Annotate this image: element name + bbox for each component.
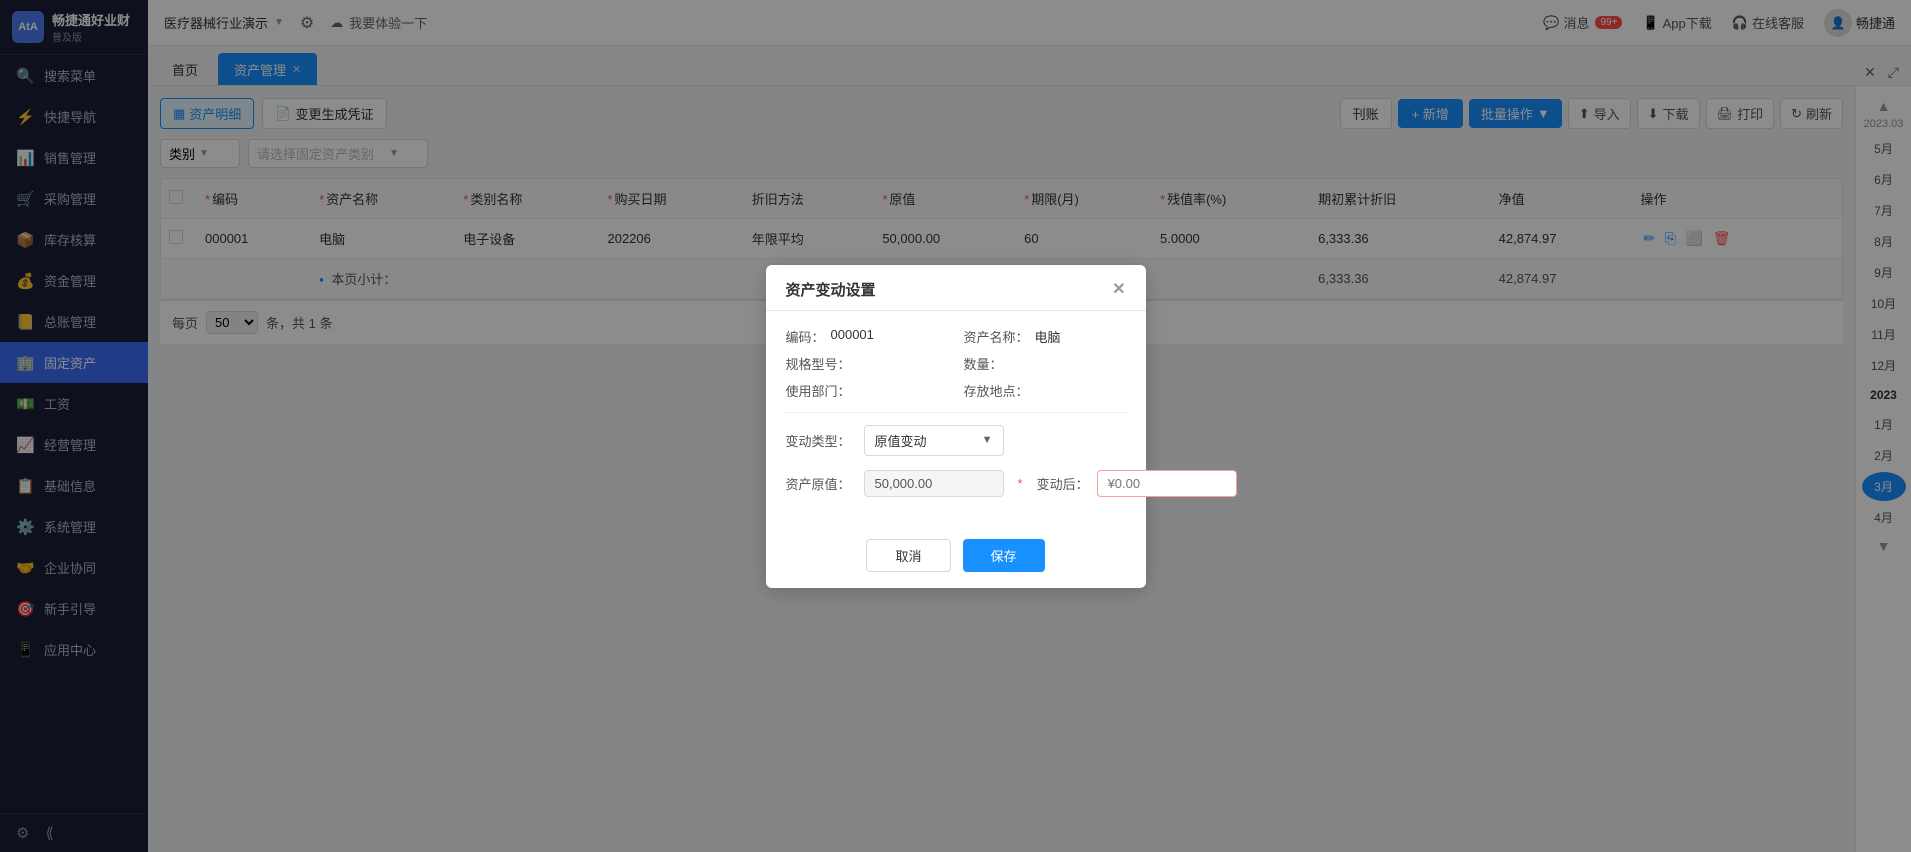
modal-name-item: 资产名称： 电脑	[964, 327, 1126, 346]
modal-close-button[interactable]: ✕	[1112, 279, 1125, 299]
change-type-value: 原值变动	[875, 431, 927, 450]
after-change-input[interactable]	[1097, 470, 1237, 497]
name-value: 电脑	[1035, 327, 1061, 346]
modal-footer: 取消 保存	[766, 527, 1146, 588]
change-type-select[interactable]: 原值变动 ▼	[864, 425, 1004, 456]
spec-label: 规格型号：	[786, 354, 851, 373]
department-label: 使用部门：	[786, 381, 851, 400]
modal-department-item: 使用部门：	[786, 381, 948, 400]
change-type-arrow: ▼	[982, 434, 993, 446]
modal-info-grid: 编码： 000001 资产名称： 电脑 规格型号： 数量： 使用部门：	[786, 327, 1126, 413]
location-label: 存放地点：	[964, 381, 1029, 400]
after-change-label: 变动后：	[1037, 474, 1089, 493]
code-label: 编码：	[786, 327, 825, 346]
modal-spec-item: 规格型号：	[786, 354, 948, 373]
cancel-button[interactable]: 取消	[866, 539, 950, 572]
required-star: *	[1018, 476, 1023, 491]
modal-body: 编码： 000001 资产名称： 电脑 规格型号： 数量： 使用部门：	[766, 311, 1146, 527]
code-value: 000001	[831, 327, 874, 346]
save-button[interactable]: 保存	[963, 539, 1045, 572]
asset-value-row: 资产原值： * 变动后：	[786, 470, 1126, 497]
change-type-row: 变动类型： 原值变动 ▼	[786, 425, 1126, 456]
name-label: 资产名称：	[964, 327, 1029, 346]
asset-value-label: 资产原值：	[786, 474, 856, 493]
modal-quantity-item: 数量：	[964, 354, 1126, 373]
quantity-label: 数量：	[964, 354, 1003, 373]
asset-value-input[interactable]	[864, 470, 1004, 497]
change-type-label: 变动类型：	[786, 431, 856, 450]
modal-location-item: 存放地点：	[964, 381, 1126, 400]
asset-change-modal: 资产变动设置 ✕ 编码： 000001 资产名称： 电脑 规格型号： 数量：	[766, 265, 1146, 588]
modal-header: 资产变动设置 ✕	[766, 265, 1146, 311]
modal-code-item: 编码： 000001	[786, 327, 948, 346]
modal-title: 资产变动设置	[786, 279, 876, 300]
modal-overlay: 资产变动设置 ✕ 编码： 000001 资产名称： 电脑 规格型号： 数量：	[0, 0, 1911, 852]
